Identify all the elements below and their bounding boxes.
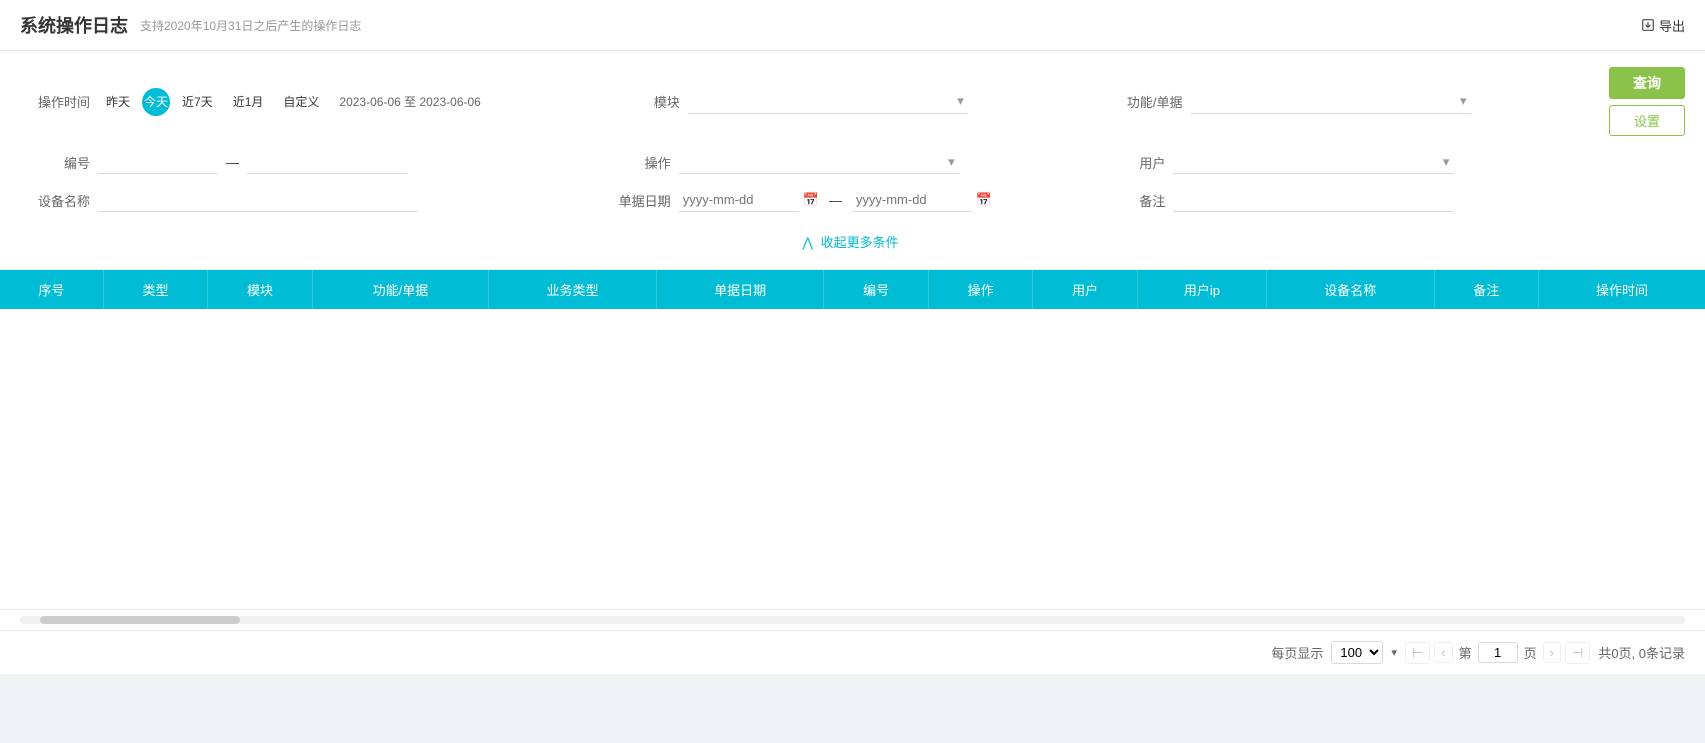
- header-actions: 导出: [1641, 16, 1685, 35]
- operation-label: 操作: [616, 153, 671, 172]
- calendar-start-icon[interactable]: 📅: [803, 192, 819, 208]
- scroll-bar-area: [0, 609, 1705, 630]
- page-title: 系统操作日志: [20, 12, 128, 38]
- empty-area: [0, 309, 1705, 609]
- table-container: 序号 类型 模块 功能/单据 业务类型 单据日期 编号 操作 用户 用户ip 设…: [0, 270, 1705, 609]
- module-select[interactable]: [688, 90, 968, 113]
- horizontal-scrollbar[interactable]: [20, 616, 1685, 624]
- col-op-time: 操作时间: [1539, 270, 1705, 309]
- col-operation: 操作: [928, 270, 1032, 309]
- pagination-bar: 每页显示 100 50 200 ▾ ⊢ ‹ 第 页 › ⊣ 共0页, 0条记录: [0, 630, 1705, 674]
- action-buttons: 查询 设置: [1609, 67, 1685, 136]
- page-size-chevron-icon: ▾: [1391, 646, 1397, 659]
- time-range: 2023-06-06 至 2023-06-06: [339, 93, 480, 110]
- voucher-date-start-input[interactable]: [679, 188, 799, 212]
- device-label: 设备名称: [20, 191, 90, 210]
- code-label: 编号: [20, 153, 90, 172]
- total-info: 共0页, 0条记录: [1598, 643, 1685, 662]
- settings-button[interactable]: 设置: [1609, 105, 1685, 136]
- operation-select-wrapper: ▾: [679, 150, 959, 174]
- module-label: 模块: [625, 92, 680, 111]
- code-filter-group: 编号 —: [20, 150, 576, 174]
- next-page-btn[interactable]: ›: [1543, 642, 1561, 663]
- time-btn-1month[interactable]: 近1月: [225, 91, 272, 112]
- code-separator: —: [218, 155, 247, 170]
- export-icon: [1641, 18, 1655, 32]
- col-module: 模块: [208, 270, 312, 309]
- data-table: 序号 类型 模块 功能/单据 业务类型 单据日期 编号 操作 用户 用户ip 设…: [0, 270, 1705, 309]
- voucher-date-filter-group: 单据日期 📅 — 📅: [616, 188, 1071, 212]
- time-btn-yesterday[interactable]: 昨天: [98, 91, 138, 112]
- user-select-wrapper: ▾: [1173, 150, 1453, 174]
- module-select-wrapper: ▾: [688, 90, 968, 114]
- prev-page-btn[interactable]: ‹: [1434, 642, 1452, 663]
- collapse-chevron-icon: ⋀: [802, 235, 813, 250]
- page-input[interactable]: [1478, 642, 1518, 663]
- device-input[interactable]: [98, 188, 418, 212]
- module-filter-group: 模块 ▾: [625, 90, 1087, 114]
- time-btn-7days[interactable]: 近7天: [174, 91, 221, 112]
- page-label: 第: [1459, 643, 1472, 662]
- voucher-date-range: 📅 — 📅: [679, 188, 992, 212]
- col-function: 功能/单据: [312, 270, 488, 309]
- voucher-date-end-input[interactable]: [852, 188, 972, 212]
- filter-row-3: 设备名称 单据日期 📅 — 📅 备注: [20, 188, 1685, 212]
- pagination-nav: ⊢ ‹ 第 页 › ⊣: [1405, 642, 1590, 664]
- col-user: 用户: [1033, 270, 1137, 309]
- collapse-bar[interactable]: ⋀ 收起更多条件: [20, 226, 1685, 261]
- voucher-date-label: 单据日期: [616, 191, 671, 210]
- page-size-label: 每页显示: [1271, 643, 1323, 662]
- calendar-end-icon[interactable]: 📅: [976, 192, 992, 208]
- date-dash: —: [823, 193, 848, 208]
- user-filter-group: 用户 ▾: [1110, 150, 1565, 174]
- page-size-select[interactable]: 100 50 200: [1331, 641, 1383, 664]
- remark-label: 备注: [1110, 191, 1165, 210]
- col-biz-type: 业务类型: [489, 270, 657, 309]
- col-voucher-date: 单据日期: [656, 270, 824, 309]
- col-index: 序号: [0, 270, 103, 309]
- remark-input[interactable]: [1173, 188, 1453, 212]
- function-select[interactable]: [1191, 90, 1471, 113]
- code-end-input[interactable]: [247, 150, 407, 174]
- page-header: 系统操作日志 支持2020年10月31日之后产生的操作日志 导出: [0, 0, 1705, 51]
- operation-select[interactable]: [679, 150, 959, 173]
- time-btn-today[interactable]: 今天: [142, 88, 170, 116]
- function-select-wrapper: ▾: [1191, 90, 1471, 114]
- filter-area: 操作时间 昨天 今天 近7天 近1月 自定义 2023-06-06 至 2023…: [0, 51, 1705, 270]
- export-button[interactable]: 导出: [1641, 16, 1685, 35]
- col-type: 类型: [103, 270, 207, 309]
- time-btn-custom[interactable]: 自定义: [275, 91, 327, 112]
- scrollbar-thumb[interactable]: [40, 616, 240, 624]
- remark-filter-group: 备注: [1110, 188, 1565, 212]
- time-label: 操作时间: [20, 92, 90, 111]
- filter-row-1: 操作时间 昨天 今天 近7天 近1月 自定义 2023-06-06 至 2023…: [20, 67, 1685, 136]
- time-buttons: 昨天 今天 近7天 近1月 自定义: [98, 88, 327, 116]
- query-button[interactable]: 查询: [1609, 67, 1685, 99]
- table-header: 序号 类型 模块 功能/单据 业务类型 单据日期 编号 操作 用户 用户ip 设…: [0, 270, 1705, 309]
- page-subtitle: 支持2020年10月31日之后产生的操作日志: [140, 17, 361, 34]
- col-code: 编号: [824, 270, 928, 309]
- last-page-btn[interactable]: ⊣: [1565, 642, 1590, 664]
- first-page-btn[interactable]: ⊢: [1405, 642, 1430, 664]
- col-user-ip: 用户ip: [1137, 270, 1266, 309]
- col-device: 设备名称: [1266, 270, 1434, 309]
- user-label: 用户: [1110, 153, 1165, 172]
- page-suffix: 页: [1524, 643, 1537, 662]
- device-filter-group: 设备名称: [20, 188, 576, 212]
- table-header-row: 序号 类型 模块 功能/单据 业务类型 单据日期 编号 操作 用户 用户ip 设…: [0, 270, 1705, 309]
- filter-row-2: 编号 — 操作 ▾ 用户 ▾: [20, 150, 1685, 174]
- collapse-label: 收起更多条件: [821, 235, 899, 250]
- function-filter-group: 功能/单据 ▾: [1127, 90, 1589, 114]
- code-start-input[interactable]: [98, 150, 218, 174]
- user-select[interactable]: [1173, 150, 1453, 173]
- operation-filter-group: 操作 ▾: [616, 150, 1071, 174]
- time-filter-group: 操作时间 昨天 今天 近7天 近1月 自定义 2023-06-06 至 2023…: [20, 88, 585, 116]
- function-label: 功能/单据: [1127, 92, 1183, 111]
- col-remark: 备注: [1434, 270, 1538, 309]
